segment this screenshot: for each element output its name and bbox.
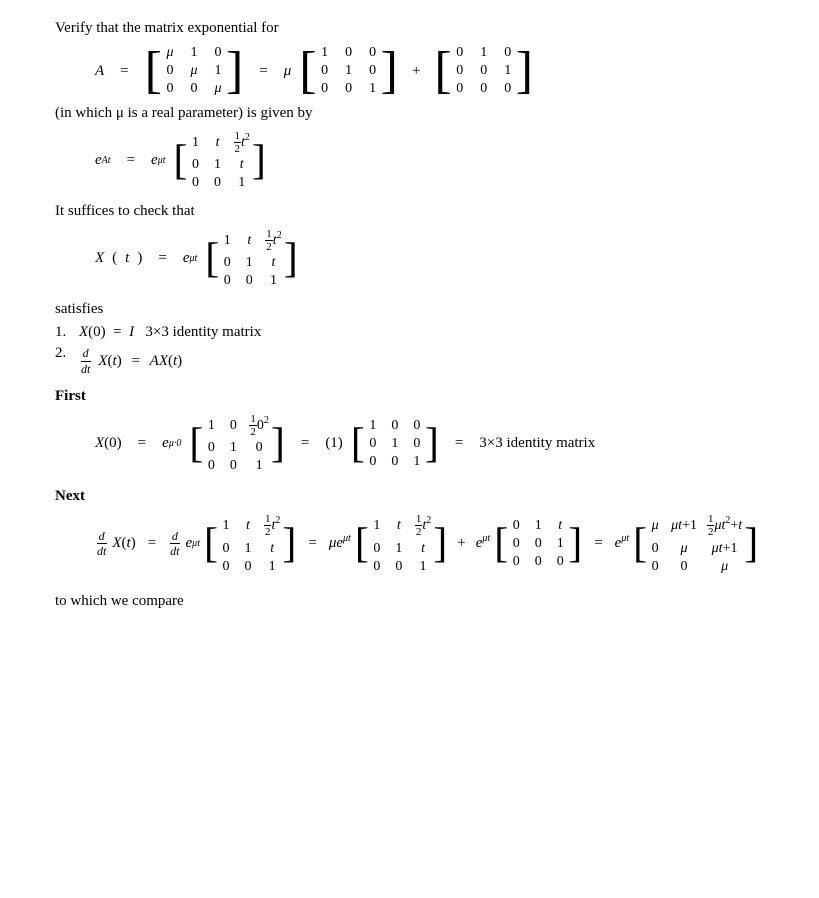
matrix-X0-identity: [ 1 0 0 0 1 0 0 0 1 ] <box>351 418 439 470</box>
Xt-formula: X(t) = eμt [ 1 t 12t2 0 1 t 0 0 1 ] <box>95 228 764 289</box>
footer-text: to which we compare <box>55 593 764 610</box>
suffices-text: It suffices to check that <box>55 203 764 220</box>
matrix-dXdt-result: [ μ μt+1 12μt2+t 0 μ μt+1 0 0 μ ] <box>633 513 758 574</box>
matrix-A-right: [ 0 1 0 0 0 1 0 0 0 ] <box>434 45 533 97</box>
matrix-Xt: [ 1 t 12t2 0 1 t 0 0 1 ] <box>205 228 297 289</box>
next-label: Next <box>55 488 764 505</box>
matrix-dXdt-1: [ 1 t 12t2 0 1 t 0 0 1 ] <box>204 513 296 574</box>
exp-At-formula: eAt = eμt [ 1 t 12t2 0 1 t 0 0 1 ] <box>95 130 764 191</box>
condition-1: 1. X(0) = I 3×3 identity matrix <box>55 324 764 341</box>
matrix-exp-formula: [ 1 t 12t2 0 1 t 0 0 1 ] <box>174 130 266 191</box>
param-note: (in which μ is a real parameter) is give… <box>55 105 764 122</box>
main-content: Verify that the matrix exponential for A… <box>55 20 764 610</box>
condition-2: 2. d dt X(t) = AX(t) <box>55 345 764 376</box>
matrix-A-left: [ μ 1 0 0 μ 1 0 0 μ ] <box>145 45 244 97</box>
X0-computation: X(0) = eμ·0 [ 1 0 1202 0 1 0 0 0 1 ] = (… <box>95 413 764 474</box>
satisfies-text: satisfies <box>55 301 764 318</box>
matrix-dXdt-2: [ 1 t 12t2 0 1 t 0 0 1 ] <box>355 513 447 574</box>
matrix-dXdt-3: [ 0 1 t 0 0 1 0 0 0 ] <box>494 518 582 570</box>
matrix-equation-A: A = [ μ 1 0 0 μ 1 0 0 μ ] = μ [ 1 0 <box>95 45 764 97</box>
first-label: First <box>55 388 764 405</box>
matrix-A-middle: [ 1 0 0 0 1 0 0 0 1 ] <box>299 45 398 97</box>
page-title: Verify that the matrix exponential for <box>55 20 764 37</box>
matrix-X0-left: [ 1 0 1202 0 1 0 0 0 1 ] <box>189 413 285 474</box>
dXdt-computation: d dt X(t) = d dt eμt [ 1 t 12t2 0 1 t 0 … <box>95 513 764 574</box>
identity-note: 3×3 identity matrix <box>479 435 595 452</box>
var-A: A <box>95 63 104 80</box>
